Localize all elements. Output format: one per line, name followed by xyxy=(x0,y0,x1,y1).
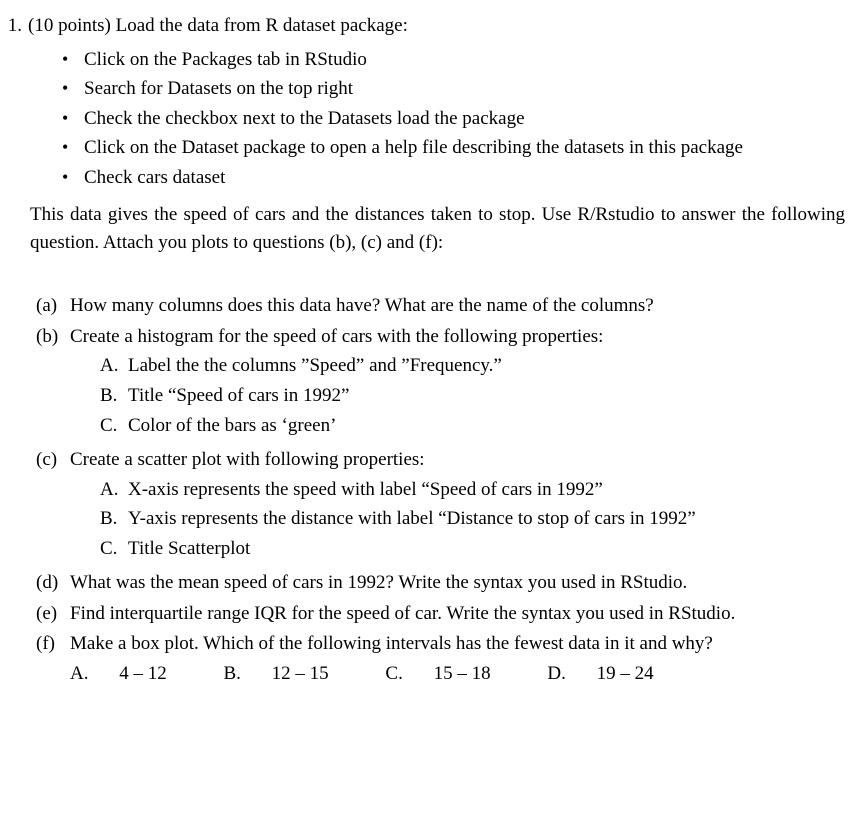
subpart-b: (b) Create a histogram for the speed of … xyxy=(36,323,845,443)
subpart-c: (c) Create a scatter plot with following… xyxy=(36,446,845,566)
subpart-text: What was the mean speed of cars in 1992?… xyxy=(70,569,845,597)
letter-item: C.Color of the bars as ‘green’ xyxy=(100,412,845,440)
letter-item: A.X-axis represents the speed with label… xyxy=(100,476,845,504)
subpart-text: How many columns does this data have? Wh… xyxy=(70,292,845,320)
letter-item: B.Title “Speed of cars in 1992” xyxy=(100,382,845,410)
subpart-a: (a) How many columns does this data have… xyxy=(36,292,845,320)
letter-item: B.Y-axis represents the distance with la… xyxy=(100,505,845,533)
bullet-item: Click on the Packages tab in RStudio xyxy=(62,46,845,74)
subparts-list: (a) How many columns does this data have… xyxy=(36,292,845,687)
bullet-item: Search for Datasets on the top right xyxy=(62,75,845,103)
subpart-text: Create a scatter plot with following pro… xyxy=(70,449,425,470)
choice: D. 19 – 24 xyxy=(547,663,679,684)
letter-list-b: A.Label the the columns ”Speed” and ”Fre… xyxy=(100,352,845,439)
subpart-label: (e) xyxy=(36,600,70,628)
question-points: (10 points) xyxy=(28,15,111,36)
letter-item: A.Label the the columns ”Speed” and ”Fre… xyxy=(100,352,845,380)
bullet-item: Click on the Dataset package to open a h… xyxy=(62,134,845,162)
letter-item: C.Title Scatterplot xyxy=(100,535,845,563)
question-header: 1. (10 points) Load the data from R data… xyxy=(0,12,845,40)
subpart-text: Make a box plot. Which of the following … xyxy=(70,633,713,654)
bullet-item: Check the checkbox next to the Datasets … xyxy=(62,105,845,133)
followup-text: This data gives the speed of cars and th… xyxy=(30,201,845,256)
subpart-text: Find interquartile range IQR for the spe… xyxy=(70,600,845,628)
subpart-label: (d) xyxy=(36,569,70,597)
subpart-label: (f) xyxy=(36,630,70,658)
choice: A. 4 – 12 xyxy=(70,663,193,684)
question-intro: (10 points) Load the data from R dataset… xyxy=(28,12,845,40)
subpart-label: (b) xyxy=(36,323,70,351)
subpart-body: Make a box plot. Which of the following … xyxy=(70,630,845,687)
question-intro-text: Load the data from R dataset package: xyxy=(116,15,408,36)
subpart-e: (e) Find interquartile range IQR for the… xyxy=(36,600,845,628)
answer-choices: A. 4 – 12 B. 12 – 15 C. 15 – 18 D. 19 – … xyxy=(70,660,845,688)
subpart-d: (d) What was the mean speed of cars in 1… xyxy=(36,569,845,597)
subpart-label: (c) xyxy=(36,446,70,474)
subpart-f: (f) Make a box plot. Which of the follow… xyxy=(36,630,845,687)
subpart-body: Create a scatter plot with following pro… xyxy=(70,446,845,566)
subpart-text: Create a histogram for the speed of cars… xyxy=(70,326,603,347)
instruction-bullets: Click on the Packages tab in RStudio Sea… xyxy=(62,46,845,192)
choice: B. 12 – 15 xyxy=(223,663,354,684)
choice: C. 15 – 18 xyxy=(385,663,516,684)
subpart-label: (a) xyxy=(36,292,70,320)
bullet-item: Check cars dataset xyxy=(62,164,845,192)
subpart-body: Create a histogram for the speed of cars… xyxy=(70,323,845,443)
question-number: 1. xyxy=(0,12,28,40)
letter-list-c: A.X-axis represents the speed with label… xyxy=(100,476,845,563)
